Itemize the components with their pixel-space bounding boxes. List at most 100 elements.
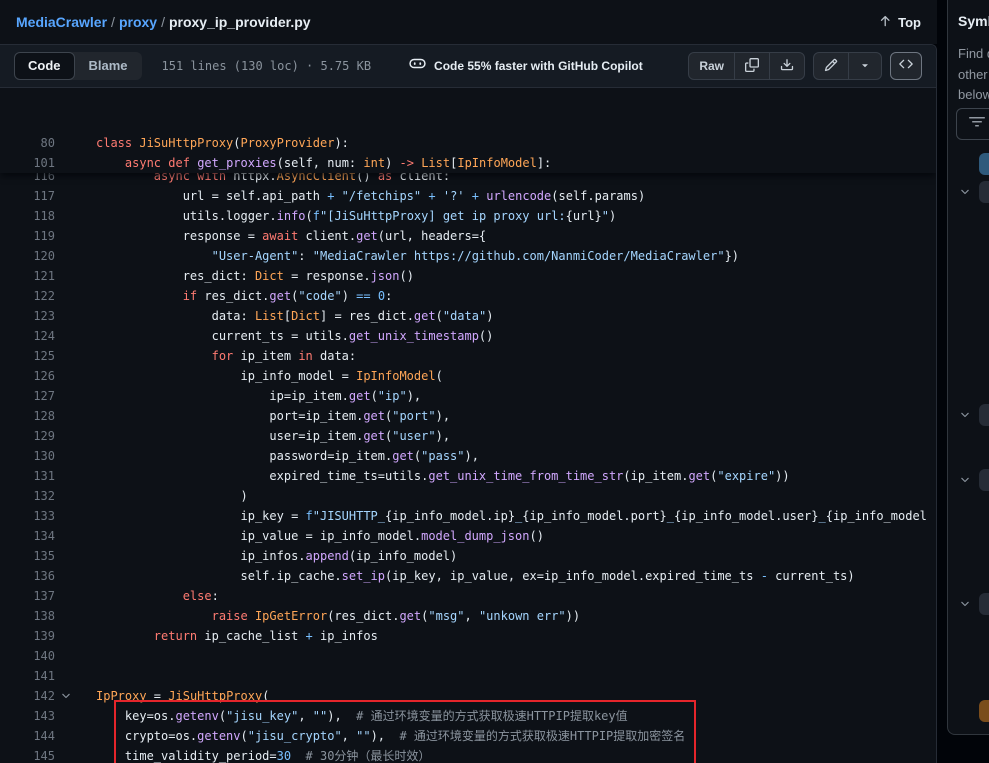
code-line: 136 self.ip_cache.set_ip(ip_key, ip_valu… bbox=[0, 566, 936, 586]
arrow-up-icon bbox=[878, 14, 892, 31]
symbol-pill[interactable] bbox=[979, 700, 989, 722]
line-number[interactable]: 119 bbox=[0, 226, 55, 246]
line-number[interactable]: 139 bbox=[0, 626, 55, 646]
raw-button[interactable]: Raw bbox=[689, 53, 734, 79]
symbols-panel-title: Symbols bbox=[958, 13, 989, 29]
chevron-down-icon[interactable] bbox=[958, 409, 972, 421]
line-number[interactable]: 128 bbox=[0, 406, 55, 426]
collapse-chevron-icon[interactable] bbox=[55, 686, 77, 706]
chevron-slot bbox=[55, 706, 77, 726]
line-number[interactable]: 125 bbox=[0, 346, 55, 366]
code-blame-switcher: Code Blame bbox=[14, 52, 142, 80]
symbols-panel-toggle-button[interactable] bbox=[890, 52, 922, 80]
line-number[interactable]: 144 bbox=[0, 726, 55, 746]
chevron-slot bbox=[55, 466, 77, 486]
code-text: ip_value = ip_info_model.model_dump_json… bbox=[77, 526, 936, 546]
chevron-down-icon[interactable] bbox=[958, 186, 972, 198]
chevron-slot bbox=[55, 386, 77, 406]
line-number[interactable]: 130 bbox=[0, 446, 55, 466]
symbol-pill[interactable] bbox=[979, 181, 989, 203]
edit-dropdown-button[interactable] bbox=[849, 53, 881, 79]
line-number[interactable]: 134 bbox=[0, 526, 55, 546]
code-text: current_ts = utils.get_unix_timestamp() bbox=[77, 326, 936, 346]
code-text: port=ip_item.get("port"), bbox=[77, 406, 936, 426]
tab-blame[interactable]: Blame bbox=[75, 52, 142, 80]
code-line: 129 user=ip_item.get("user"), bbox=[0, 426, 936, 446]
chevron-slot bbox=[55, 546, 77, 566]
chevron-slot bbox=[55, 726, 77, 746]
code-line: 140 bbox=[0, 646, 936, 666]
file-meta-info: 151 lines (130 loc) · 5.75 KB bbox=[162, 59, 372, 73]
breadcrumb-folder-link[interactable]: proxy bbox=[119, 14, 157, 30]
sticky-code-line: 101 async def get_proxies(self, num: int… bbox=[0, 153, 936, 173]
symbol-row bbox=[958, 699, 989, 723]
line-number[interactable]: 138 bbox=[0, 606, 55, 626]
line-number[interactable]: 123 bbox=[0, 306, 55, 326]
code-text: key=os.getenv("jisu_key", ""), # 通过环境变量的… bbox=[77, 706, 936, 726]
pencil-icon bbox=[824, 58, 838, 75]
code-line: 144 crypto=os.getenv("jisu_crypto", ""),… bbox=[0, 726, 936, 746]
line-number[interactable]: 124 bbox=[0, 326, 55, 346]
code-text bbox=[77, 646, 936, 666]
line-number[interactable]: 135 bbox=[0, 546, 55, 566]
back-to-top-button[interactable]: Top bbox=[878, 14, 921, 31]
line-number[interactable]: 117 bbox=[0, 186, 55, 206]
code-line: 128 port=ip_item.get("port"), bbox=[0, 406, 936, 426]
line-number[interactable]: 137 bbox=[0, 586, 55, 606]
symbol-pill[interactable] bbox=[979, 469, 989, 491]
chevron-down-icon[interactable] bbox=[958, 474, 972, 486]
code-line: 117 url = self.api_path + "/fetchips" + … bbox=[0, 186, 936, 206]
line-number[interactable]: 142 bbox=[0, 686, 55, 706]
code-text: password=ip_item.get("pass"), bbox=[77, 446, 936, 466]
line-number[interactable]: 121 bbox=[0, 266, 55, 286]
code-text: utils.logger.info(f"[JiSuHttpProxy] get … bbox=[77, 206, 936, 226]
line-number[interactable]: 145 bbox=[0, 746, 55, 763]
raw-copy-download-group: Raw bbox=[688, 52, 805, 80]
chevron-slot bbox=[55, 566, 77, 586]
chevron-slot bbox=[55, 326, 77, 346]
filter-symbols-input[interactable] bbox=[956, 108, 989, 140]
chevron-slot bbox=[55, 246, 77, 266]
copilot-promo-link[interactable]: Code 55% faster with GitHub Copilot bbox=[409, 55, 643, 77]
copy-raw-content-button[interactable] bbox=[735, 53, 769, 79]
code-text: crypto=os.getenv("jisu_crypto", ""), # 通… bbox=[77, 726, 936, 746]
line-number[interactable]: 118 bbox=[0, 206, 55, 226]
edit-file-button[interactable] bbox=[814, 53, 848, 79]
symbol-row bbox=[958, 468, 989, 492]
line-number[interactable]: 141 bbox=[0, 666, 55, 686]
line-number[interactable]: 143 bbox=[0, 706, 55, 726]
tab-code[interactable]: Code bbox=[14, 52, 75, 80]
chevron-slot bbox=[55, 186, 77, 206]
line-number[interactable]: 122 bbox=[0, 286, 55, 306]
symbol-pill[interactable] bbox=[979, 404, 989, 426]
line-number[interactable]: 120 bbox=[0, 246, 55, 266]
line-number[interactable]: 101 bbox=[0, 153, 55, 173]
line-number[interactable]: 140 bbox=[0, 646, 55, 666]
line-number[interactable]: 131 bbox=[0, 466, 55, 486]
chevron-slot bbox=[55, 206, 77, 226]
download-raw-button[interactable] bbox=[770, 53, 804, 79]
sticky-code-line: 80class JiSuHttpProxy(ProxyProvider): bbox=[0, 133, 936, 153]
symbol-pill[interactable] bbox=[979, 593, 989, 615]
symbols-panel: Symbols Find definitions and references … bbox=[947, 0, 989, 735]
chevron-slot bbox=[55, 426, 77, 446]
symbol-pill[interactable] bbox=[979, 153, 989, 175]
line-number[interactable]: 133 bbox=[0, 506, 55, 526]
breadcrumb-file-name: proxy_ip_provider.py bbox=[169, 14, 311, 30]
line-number[interactable]: 80 bbox=[0, 133, 55, 153]
chevron-down-icon[interactable] bbox=[958, 598, 972, 610]
edit-button-group bbox=[813, 52, 882, 80]
chevron-slot bbox=[55, 153, 77, 173]
code-line: 125 for ip_item in data: bbox=[0, 346, 936, 366]
sticky-context-lines: 80class JiSuHttpProxy(ProxyProvider):101… bbox=[0, 133, 936, 173]
file-toolbar: Code Blame 151 lines (130 loc) · 5.75 KB… bbox=[0, 45, 936, 88]
line-number[interactable]: 126 bbox=[0, 366, 55, 386]
line-number[interactable]: 132 bbox=[0, 486, 55, 506]
line-number[interactable]: 129 bbox=[0, 426, 55, 446]
line-number[interactable]: 127 bbox=[0, 386, 55, 406]
chevron-slot bbox=[55, 286, 77, 306]
line-number[interactable]: 136 bbox=[0, 566, 55, 586]
breadcrumb-repo-link[interactable]: MediaCrawler bbox=[16, 14, 107, 30]
code-line: 138 raise IpGetError(res_dict.get("msg",… bbox=[0, 606, 936, 626]
code-text bbox=[77, 666, 936, 686]
